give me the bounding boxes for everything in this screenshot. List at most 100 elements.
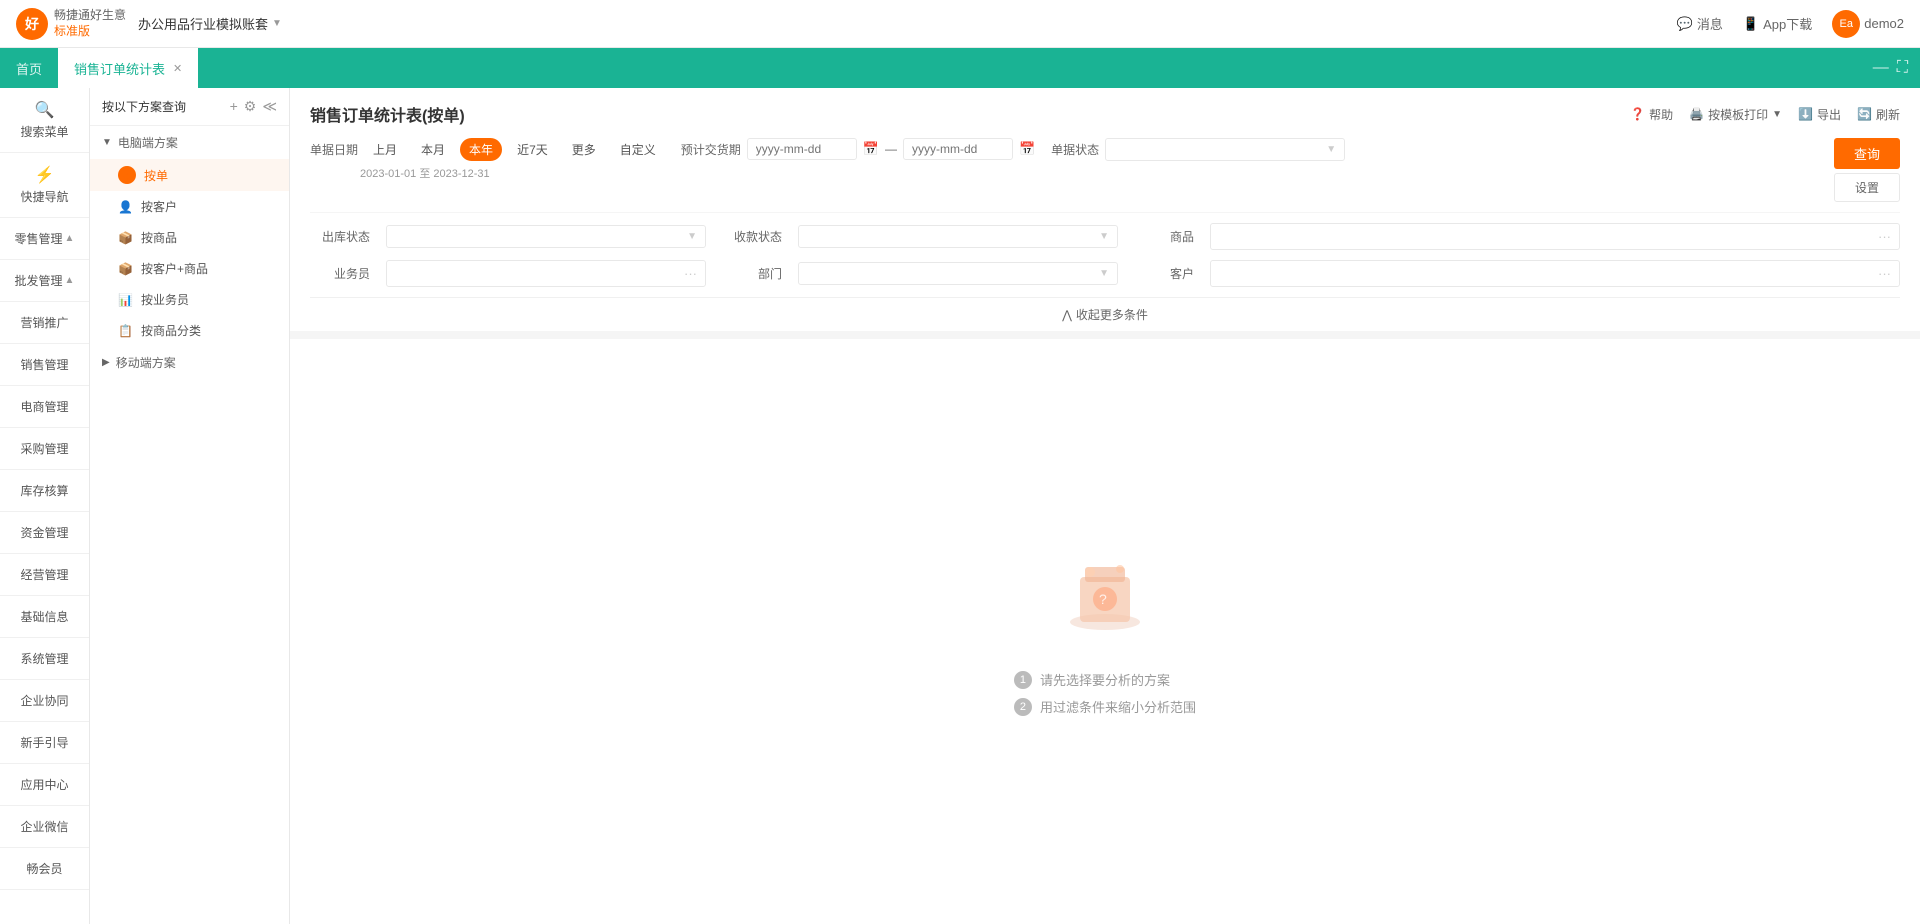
date-btn-this-month[interactable]: 本月: [412, 138, 454, 161]
top-bar-left: 好 畅捷通好生意 标准版 办公用品行业模拟账套 ▼: [16, 8, 282, 40]
expected-date-to[interactable]: [903, 138, 1013, 160]
collapse-bar[interactable]: ⋀ 收起更多条件: [310, 297, 1900, 331]
sidebar-item-basic[interactable]: 基础信息: [0, 596, 89, 638]
sidebar: 🔍 搜索菜单 ⚡ 快捷导航 零售管理 ▲ 批发管理 ▲ 营销推广 销售管理 电商…: [0, 88, 90, 924]
empty-tip-2: 2 用过滤条件来缩小分析范围: [1014, 697, 1196, 716]
more-icon: ···: [684, 266, 697, 281]
sidebar-item-finance[interactable]: 资金管理: [0, 512, 89, 554]
logo-area: 好 畅捷通好生意 标准版: [16, 8, 126, 40]
product-select[interactable]: ···: [1210, 223, 1900, 250]
empty-illustration: ?: [1055, 547, 1155, 650]
date-btn-more[interactable]: 更多: [563, 138, 605, 161]
help-btn[interactable]: ❓ 帮助: [1630, 106, 1673, 123]
settings-button[interactable]: 设置: [1834, 173, 1900, 202]
scheme-item-by-salesperson[interactable]: 📊 按业务员: [90, 284, 289, 315]
user-menu[interactable]: Ea demo2: [1832, 10, 1904, 38]
date-label: 单据日期: [310, 141, 358, 158]
sidebar-item-ecom[interactable]: 电商管理: [0, 386, 89, 428]
sidebar-item-member[interactable]: 畅会员: [0, 848, 89, 890]
refresh-icon: 🔄: [1857, 107, 1872, 121]
receipt-status-select[interactable]: ▼: [798, 225, 1118, 248]
dept-select[interactable]: ▼: [798, 262, 1118, 285]
main-layout: 🔍 搜索菜单 ⚡ 快捷导航 零售管理 ▲ 批发管理 ▲ 营销推广 销售管理 电商…: [0, 88, 1920, 924]
pc-scheme-header[interactable]: ▼ 电脑端方案: [90, 126, 289, 159]
out-status-select[interactable]: ▼: [386, 225, 706, 248]
salesperson-label: 业务员: [310, 265, 370, 282]
empty-svg: ?: [1055, 547, 1155, 647]
sidebar-item-sales[interactable]: 销售管理: [0, 344, 89, 386]
left-panel: 按以下方案查询 + ⚙ ≪ ▼ 电脑端方案 按 按单 👤 按客户: [90, 88, 290, 924]
more-icon: ···: [1878, 229, 1891, 244]
chevron-down-icon: ▼: [1772, 109, 1782, 120]
print-btn[interactable]: 🖨️ 按模板打印 ▼: [1689, 106, 1782, 123]
sidebar-item-wholesale[interactable]: 批发管理 ▲: [0, 260, 89, 302]
query-btn-group: 查询 设置: [1834, 138, 1900, 202]
sidebar-item-apps[interactable]: 应用中心: [0, 764, 89, 806]
minimize-icon[interactable]: —: [1873, 59, 1889, 77]
salesperson-icon: 📊: [118, 293, 133, 307]
out-status-label: 出库状态: [310, 228, 370, 245]
date-range-display: 2023-01-01 至 2023-12-31: [310, 165, 665, 181]
add-scheme-btn[interactable]: +: [230, 98, 238, 115]
nav-tabs: 首页 销售订单统计表 ✕ — ⛶: [0, 48, 1920, 88]
tip-num-1: 1: [1014, 671, 1032, 689]
collapse-icon: ⋀: [1062, 308, 1072, 322]
sidebar-item-newbie[interactable]: 新手引导: [0, 722, 89, 764]
date-btn-last-7[interactable]: 近7天: [508, 138, 557, 161]
tab-home[interactable]: 首页: [0, 48, 58, 88]
page-actions: ❓ 帮助 🖨️ 按模板打印 ▼ ⬇️ 导出 🔄 刷新: [1630, 106, 1900, 123]
scheme-item-by-category[interactable]: 📋 按商品分类: [90, 315, 289, 346]
customer-select[interactable]: ···: [1210, 260, 1900, 287]
sidebar-item-inventory[interactable]: 库存核算: [0, 470, 89, 512]
sidebar-item-wechat[interactable]: 企业微信: [0, 806, 89, 848]
query-button[interactable]: 查询: [1834, 138, 1900, 169]
customer-product-icon: 📦: [118, 262, 133, 276]
scheme-item-by-order[interactable]: 按 按单: [90, 159, 289, 191]
lightning-icon: ⚡: [35, 165, 55, 185]
sidebar-item-marketing[interactable]: 营销推广: [0, 302, 89, 344]
date-btn-custom[interactable]: 自定义: [611, 138, 665, 161]
expected-date-from[interactable]: [747, 138, 857, 160]
chevron-down-icon: ▼: [1099, 231, 1109, 242]
expected-date-label: 预计交货期: [681, 141, 741, 158]
expand-icon: ▲: [65, 275, 75, 286]
sidebar-item-system[interactable]: 系统管理: [0, 638, 89, 680]
scheme-item-by-product[interactable]: 📦 按商品: [90, 222, 289, 253]
tab-sales-stats[interactable]: 销售订单统计表 ✕: [58, 48, 198, 88]
app-selector[interactable]: 办公用品行业模拟账套 ▼: [138, 14, 282, 33]
salesperson-select[interactable]: ···: [386, 260, 706, 287]
scheme-dot-icon: 按: [118, 166, 136, 184]
status-label: 单据状态: [1051, 141, 1099, 158]
left-panel-content: ▼ 电脑端方案 按 按单 👤 按客户 📦 按商品 📦 按客户+商品: [90, 126, 289, 924]
sidebar-item-quicknav[interactable]: ⚡ 快捷导航: [0, 153, 89, 218]
tab-close-icon[interactable]: ✕: [173, 62, 182, 75]
status-filter-group: 单据状态 ▼: [1051, 138, 1818, 161]
sidebar-item-search[interactable]: 🔍 搜索菜单: [0, 88, 89, 153]
status-select[interactable]: ▼: [1105, 138, 1345, 161]
dept-label: 部门: [722, 265, 782, 282]
pc-scheme-group: ▼ 电脑端方案 按 按单 👤 按客户 📦 按商品 📦 按客户+商品: [90, 126, 289, 346]
top-bar-right: 💬 消息 📱 App下载 Ea demo2: [1677, 10, 1904, 38]
maximize-icon[interactable]: ⛶: [1897, 59, 1908, 77]
svg-text:?: ?: [1099, 591, 1107, 607]
app-download-btn[interactable]: 📱 App下载: [1743, 14, 1812, 33]
category-icon: 📋: [118, 324, 133, 338]
sidebar-item-purchase[interactable]: 采购管理: [0, 428, 89, 470]
scheme-item-by-customer-product[interactable]: 📦 按客户+商品: [90, 253, 289, 284]
left-panel-actions: + ⚙ ≪: [230, 98, 277, 115]
collapse-panel-icon[interactable]: ≪: [262, 98, 277, 115]
messages-btn[interactable]: 💬 消息: [1677, 14, 1723, 33]
export-btn[interactable]: ⬇️ 导出: [1798, 106, 1841, 123]
settings-scheme-icon[interactable]: ⚙: [244, 98, 257, 115]
page-title-row: 销售订单统计表(按单) ❓ 帮助 🖨️ 按模板打印 ▼ ⬇️ 导出: [310, 102, 1900, 126]
date-btn-last-month[interactable]: 上月: [364, 138, 406, 161]
sidebar-item-operations[interactable]: 经营管理: [0, 554, 89, 596]
sidebar-item-retail[interactable]: 零售管理 ▲: [0, 218, 89, 260]
refresh-btn[interactable]: 🔄 刷新: [1857, 106, 1900, 123]
sidebar-item-corp[interactable]: 企业协同: [0, 680, 89, 722]
date-btn-this-year[interactable]: 本年: [460, 138, 502, 161]
left-panel-header: 按以下方案查询 + ⚙ ≪: [90, 88, 289, 126]
mobile-scheme-header[interactable]: ▶ 移动端方案: [90, 346, 289, 379]
product-icon: 📦: [118, 231, 133, 245]
scheme-item-by-customer[interactable]: 👤 按客户: [90, 191, 289, 222]
